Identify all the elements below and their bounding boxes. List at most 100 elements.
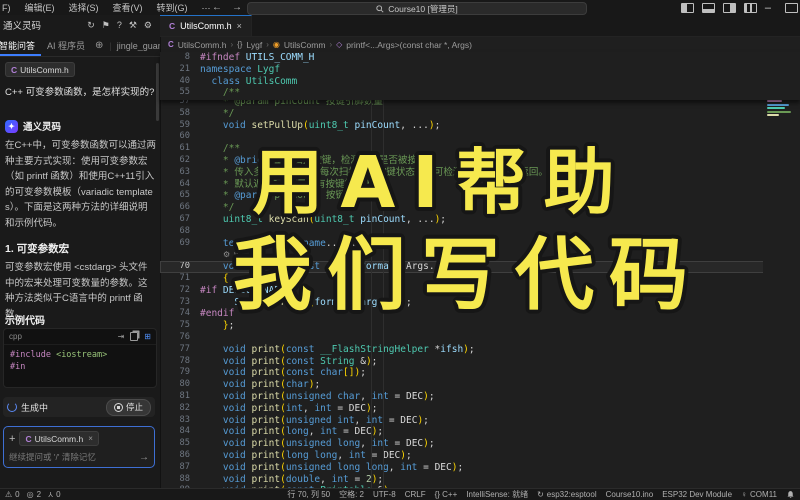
- warning-count[interactable]: ⚠0: [5, 490, 20, 499]
- line-number[interactable]: 78: [160, 356, 200, 368]
- line-number[interactable]: 55: [160, 87, 200, 99]
- code-line[interactable]: 21namespace Lygf: [160, 64, 800, 76]
- menu-item[interactable]: 编辑(E): [18, 3, 62, 13]
- line-number[interactable]: 60: [160, 131, 200, 143]
- line-number[interactable]: 70: [160, 261, 200, 273]
- remove-chip-icon[interactable]: ×: [88, 434, 93, 443]
- line-number[interactable]: 40: [160, 76, 200, 88]
- code-line[interactable]: 65* @param pinCount 按键引脚数量: [160, 190, 800, 202]
- line-number[interactable]: 86: [160, 450, 200, 462]
- chevron-down-icon[interactable]: ∨: [230, 249, 239, 261]
- menu-item[interactable]: 选择(S): [62, 3, 106, 13]
- settings-icon[interactable]: ⚙: [144, 20, 152, 31]
- line-number[interactable]: 72: [160, 285, 200, 297]
- code-line[interactable]: 72#if DEBUG_ENABLE: [160, 285, 800, 297]
- code-line[interactable]: 73Serial.printf(format, args...);: [160, 297, 800, 309]
- code-line[interactable]: 8#ifndef UTILS_COMM_H: [160, 52, 800, 64]
- line-number[interactable]: 89: [160, 485, 200, 488]
- line-number[interactable]: 61: [160, 143, 200, 155]
- code-line[interactable]: 61/**: [160, 143, 800, 155]
- status-item[interactable]: 空格: 2: [339, 489, 364, 500]
- code-line[interactable]: 89void print(const Printable &);: [160, 485, 800, 488]
- code-line[interactable]: 83void print(unsigned int, int = DEC);: [160, 415, 800, 427]
- tab-utilscomm[interactable]: C UtilsComm.h ×: [160, 15, 252, 36]
- line-number[interactable]: 66: [160, 202, 200, 214]
- code-line[interactable]: 87void print(unsigned long long, int = D…: [160, 462, 800, 474]
- maximize-button[interactable]: [785, 3, 798, 13]
- line-number[interactable]: 87: [160, 462, 200, 474]
- status-item[interactable]: ♀COM11: [741, 490, 777, 499]
- code-line[interactable]: 68: [160, 226, 800, 238]
- stop-button[interactable]: 停止: [106, 399, 151, 416]
- line-number[interactable]: 73: [160, 297, 200, 309]
- line-number[interactable]: 65: [160, 190, 200, 202]
- code-line[interactable]: 64* 默认返回0，表示没有按键被按下。: [160, 179, 800, 191]
- back-button[interactable]: ←: [212, 2, 222, 13]
- line-number[interactable]: 21: [160, 64, 200, 76]
- breadcrumb-item[interactable]: printf<...Args>(const char *, Args): [346, 40, 472, 50]
- line-number[interactable]: 63: [160, 167, 200, 179]
- line-number[interactable]: 58: [160, 108, 200, 120]
- sticky-scroll[interactable]: 8#ifndef UTILS_COMM_H21namespace Lygf40c…: [160, 52, 800, 100]
- code-line[interactable]: 75};: [160, 320, 800, 332]
- menu-item[interactable]: 转到(G): [150, 3, 195, 13]
- input-context-chip[interactable]: C UtilsComm.h ×: [19, 431, 98, 446]
- add-context-button[interactable]: +: [9, 434, 15, 444]
- send-icon[interactable]: →: [139, 452, 149, 463]
- menu-item[interactable]: 查看(V): [106, 3, 150, 13]
- code-line[interactable]: 79void print(const char[]);: [160, 367, 800, 379]
- line-number[interactable]: 77: [160, 344, 200, 356]
- code-line[interactable]: 88void print(double, int = 2);: [160, 474, 800, 486]
- status-item[interactable]: ↻esp32:esptool: [537, 490, 597, 499]
- code-line[interactable]: 84void print(long, int = DEC);: [160, 426, 800, 438]
- forward-button[interactable]: →: [232, 2, 242, 13]
- breadcrumb[interactable]: CUtilsComm.h›{}Lygf›◉UtilsComm›◇printf<.…: [168, 37, 760, 52]
- code-line[interactable]: 70void printf(const char *format, Args..…: [160, 261, 800, 273]
- line-number[interactable]: 83: [160, 415, 200, 427]
- code-line[interactable]: 82void print(int, int = DEC);: [160, 403, 800, 415]
- breadcrumb-item[interactable]: UtilsComm: [284, 40, 326, 50]
- code-line[interactable]: 80void print(char);: [160, 379, 800, 391]
- status-item[interactable]: UTF-8: [373, 490, 396, 499]
- problems-status[interactable]: ⚠0◎2Y0: [5, 490, 61, 499]
- history-icon[interactable]: ↻: [87, 20, 95, 31]
- chat-input-box[interactable]: + C UtilsComm.h × 继续提问或 '/' 清除记忆 →: [3, 426, 155, 468]
- command-center-search[interactable]: Course10 [管理员]: [247, 2, 587, 15]
- gear-icon[interactable]: ⚙: [200, 249, 230, 261]
- code-line[interactable]: 62* @brief 上拉扫描按键，检测按键是否被按下: [160, 155, 800, 167]
- line-number[interactable]: 81: [160, 391, 200, 403]
- feedback-icon[interactable]: ⚑: [102, 20, 110, 31]
- line-number[interactable]: 59: [160, 120, 200, 132]
- code-line[interactable]: 58*/: [160, 108, 800, 120]
- code-line[interactable]: 67uint8_t keyScan(uint8_t pinCount, ...)…: [160, 214, 800, 226]
- tools-icon[interactable]: ⚒: [129, 20, 137, 31]
- code-line[interactable]: 77void print(const __FlashStringHelper *…: [160, 344, 800, 356]
- line-number[interactable]: 74: [160, 308, 200, 320]
- context-file-chip[interactable]: C UtilsComm.h: [5, 62, 75, 77]
- code-line[interactable]: 60: [160, 131, 800, 143]
- code-line[interactable]: 59void setPullUp(uint8_t pinCount, ...);: [160, 120, 800, 132]
- status-item[interactable]: IntelliSense: 就绪: [466, 489, 528, 500]
- line-number[interactable]: 75: [160, 320, 200, 332]
- new-chat-icon[interactable]: ⊕: [91, 40, 107, 51]
- code-line[interactable]: 71{: [160, 273, 800, 285]
- code-line[interactable]: 55/**: [160, 87, 800, 99]
- code-line[interactable]: 76: [160, 332, 800, 344]
- ai-codelens[interactable]: ⚙∨: [160, 249, 800, 261]
- toggle-sidebar-icon[interactable]: [681, 3, 694, 13]
- line-number[interactable]: 71: [160, 273, 200, 285]
- toggle-panel-icon[interactable]: [702, 3, 715, 13]
- line-number[interactable]: 85: [160, 438, 200, 450]
- line-number[interactable]: 64: [160, 179, 200, 191]
- minimap[interactable]: [763, 53, 800, 488]
- status-item[interactable]: ESP32 Dev Module: [662, 490, 732, 499]
- code-line[interactable]: 40class UtilsComm: [160, 76, 800, 88]
- code-line[interactable]: 86void print(long long, int = DEC);: [160, 450, 800, 462]
- copy-code-icon[interactable]: [130, 332, 138, 341]
- code-line[interactable]: 66*/: [160, 202, 800, 214]
- code-line[interactable]: 78void print(const String &);: [160, 356, 800, 368]
- code-line[interactable]: 85void print(unsigned long, int = DEC);: [160, 438, 800, 450]
- breadcrumb-item[interactable]: Lygf: [246, 40, 262, 50]
- bell-icon[interactable]: [786, 490, 795, 499]
- code-line[interactable]: 63* 传入多个按键引脚，每次扫描检测按键状态，也可检测多个按键，并返回。: [160, 167, 800, 179]
